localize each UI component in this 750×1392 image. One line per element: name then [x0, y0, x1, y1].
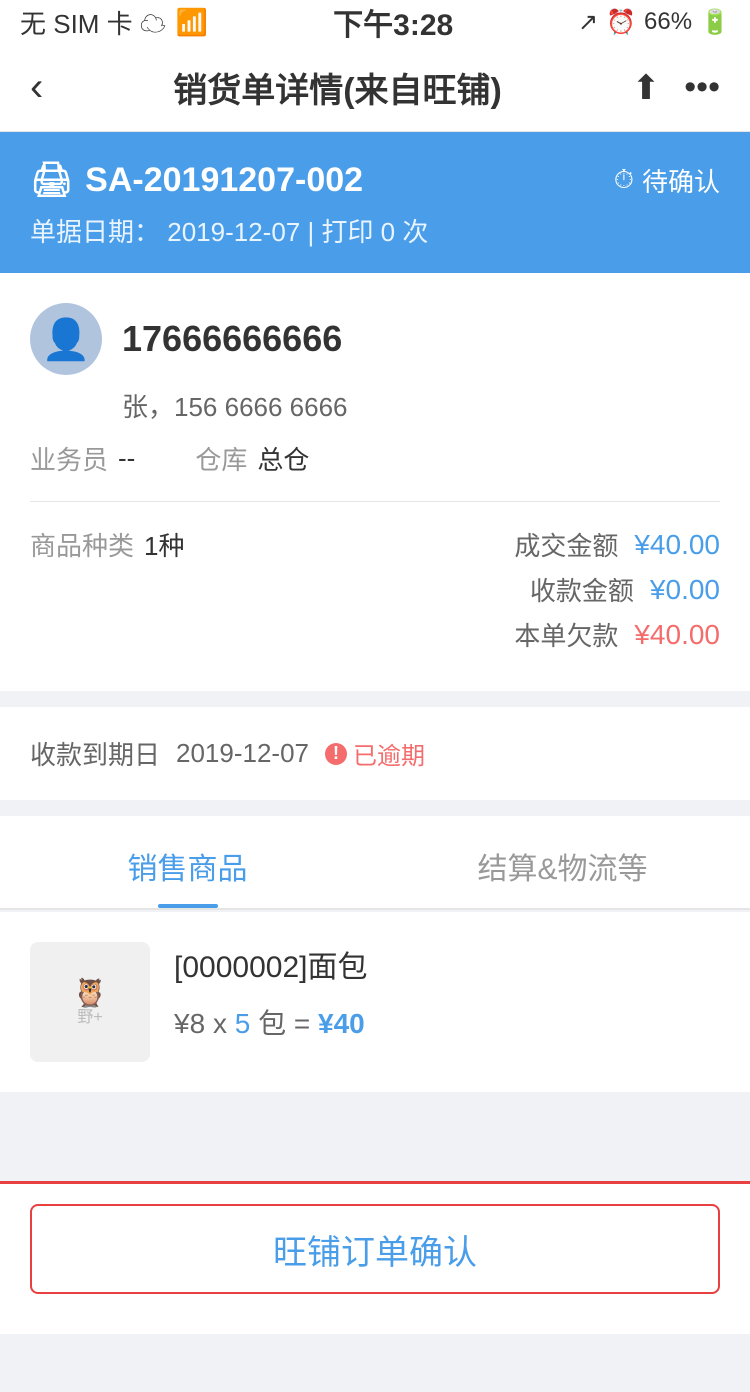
customer-meta: 业务员 -- 仓库 总仓: [30, 440, 720, 477]
bottom-bar: 旺铺订单确认: [0, 1181, 750, 1334]
status-left: 无 SIM 卡 ☁ 📶: [20, 4, 208, 41]
battery-text: 66%: [644, 8, 692, 36]
customer-row: 👤 17666666666: [30, 303, 720, 375]
overdue-text: 已逾期: [353, 736, 425, 771]
salesperson-value: --: [118, 443, 135, 474]
status-right: ↗ ⏰ 66% 🔋: [578, 8, 730, 37]
received-value: ¥0.00: [650, 574, 720, 606]
confirm-order-button[interactable]: 旺铺订单确认: [30, 1204, 720, 1294]
order-header: 🖨 SA-20191207-002 ⏱ 待确认 单据日期： 2019-12-07…: [0, 132, 750, 273]
status-bar: 无 SIM 卡 ☁ 📶 下午3:28 ↗ ⏰ 66% 🔋: [0, 0, 750, 44]
balance-row: 本单欠款 ¥40.00: [514, 616, 720, 653]
tabs-container: 销售商品 结算&物流等: [0, 816, 750, 910]
tab-settlement[interactable]: 结算&物流等: [375, 816, 750, 908]
due-date-value: 2019-12-07: [176, 738, 309, 769]
balance-value: ¥40.00: [634, 619, 720, 651]
order-id: 🖨 SA-20191207-002: [30, 160, 363, 200]
order-icon: 🖨: [30, 160, 73, 200]
received-row: 收款金额 ¥0.00: [514, 571, 720, 608]
nav-actions: ⬆ •••: [632, 68, 720, 108]
status-time: 下午3:28: [333, 0, 453, 44]
overdue-icon: !: [325, 743, 347, 765]
product-type-value: 1种: [144, 526, 184, 563]
amount-row: 成交金额 ¥40.00: [514, 526, 720, 563]
wifi-icon: 📶: [176, 7, 208, 38]
order-status: ⏱ 待确认: [614, 162, 720, 199]
alarm-icon: ⏰: [606, 8, 636, 37]
more-icon[interactable]: •••: [684, 68, 720, 107]
balance-label: 本单欠款: [514, 616, 618, 653]
no-sim-text: 无 SIM 卡 ☁: [20, 4, 166, 41]
due-date-card: 收款到期日 2019-12-07 ! 已逾期: [0, 707, 750, 800]
salesperson-item: 业务员 --: [30, 440, 135, 477]
nav-bar: ‹ 销货单详情(来自旺铺) ⬆ •••: [0, 44, 750, 132]
product-type-label: 商品种类: [30, 526, 134, 563]
summary-right: 成交金额 ¥40.00 收款金额 ¥0.00 本单欠款 ¥40.00: [514, 526, 720, 661]
due-date-label: 收款到期日: [30, 735, 160, 772]
product-calc: ¥8 x 5 包 = ¥40: [174, 1002, 720, 1042]
order-date: 单据日期： 2019-12-07 | 打印 0 次: [30, 212, 720, 249]
warehouse-label: 仓库: [195, 440, 247, 477]
owl-logo: 🦉 野+: [73, 978, 108, 1026]
avatar: 👤: [30, 303, 102, 375]
order-header-top: 🖨 SA-20191207-002 ⏱ 待确认: [30, 160, 720, 200]
salesperson-label: 业务员: [30, 440, 108, 477]
overdue-badge: ! 已逾期: [325, 736, 425, 771]
customer-name: 张，156 6666 6666: [30, 387, 720, 424]
page-title: 销货单详情(来自旺铺): [173, 63, 502, 112]
divider: [30, 501, 720, 502]
product-name: [0000002]面包: [174, 942, 720, 986]
summary-left: 商品种类 1种: [30, 526, 184, 563]
battery-icon: 🔋: [700, 8, 730, 37]
product-type-row: 商品种类 1种: [30, 526, 184, 563]
share-icon[interactable]: ⬆: [632, 68, 661, 108]
summary-row: 商品种类 1种 成交金额 ¥40.00 收款金额 ¥0.00 本单欠款 ¥40.…: [30, 526, 720, 661]
back-button[interactable]: ‹: [30, 65, 43, 110]
warehouse-item: 仓库 总仓: [195, 440, 309, 477]
tab-sales[interactable]: 销售商品: [0, 816, 375, 908]
product-card: 🦉 野+ [0000002]面包 ¥8 x 5 包 = ¥40: [0, 912, 750, 1092]
received-label: 收款金额: [530, 571, 634, 608]
product-thumbnail: 🦉 野+: [30, 942, 150, 1062]
amount-label: 成交金额: [514, 526, 618, 563]
amount-value: ¥40.00: [634, 529, 720, 561]
order-status-text: 待确认: [642, 162, 720, 199]
customer-phone[interactable]: 17666666666: [122, 318, 342, 360]
warehouse-value: 总仓: [257, 440, 309, 477]
product-info: [0000002]面包 ¥8 x 5 包 = ¥40: [174, 942, 720, 1042]
location-icon: ↗: [578, 8, 598, 37]
order-id-text: SA-20191207-002: [85, 161, 363, 200]
customer-info-card: 👤 17666666666 张，156 6666 6666 业务员 -- 仓库 …: [0, 273, 750, 691]
clock-icon: ⏱: [614, 164, 634, 196]
avatar-icon: 👤: [41, 316, 91, 363]
